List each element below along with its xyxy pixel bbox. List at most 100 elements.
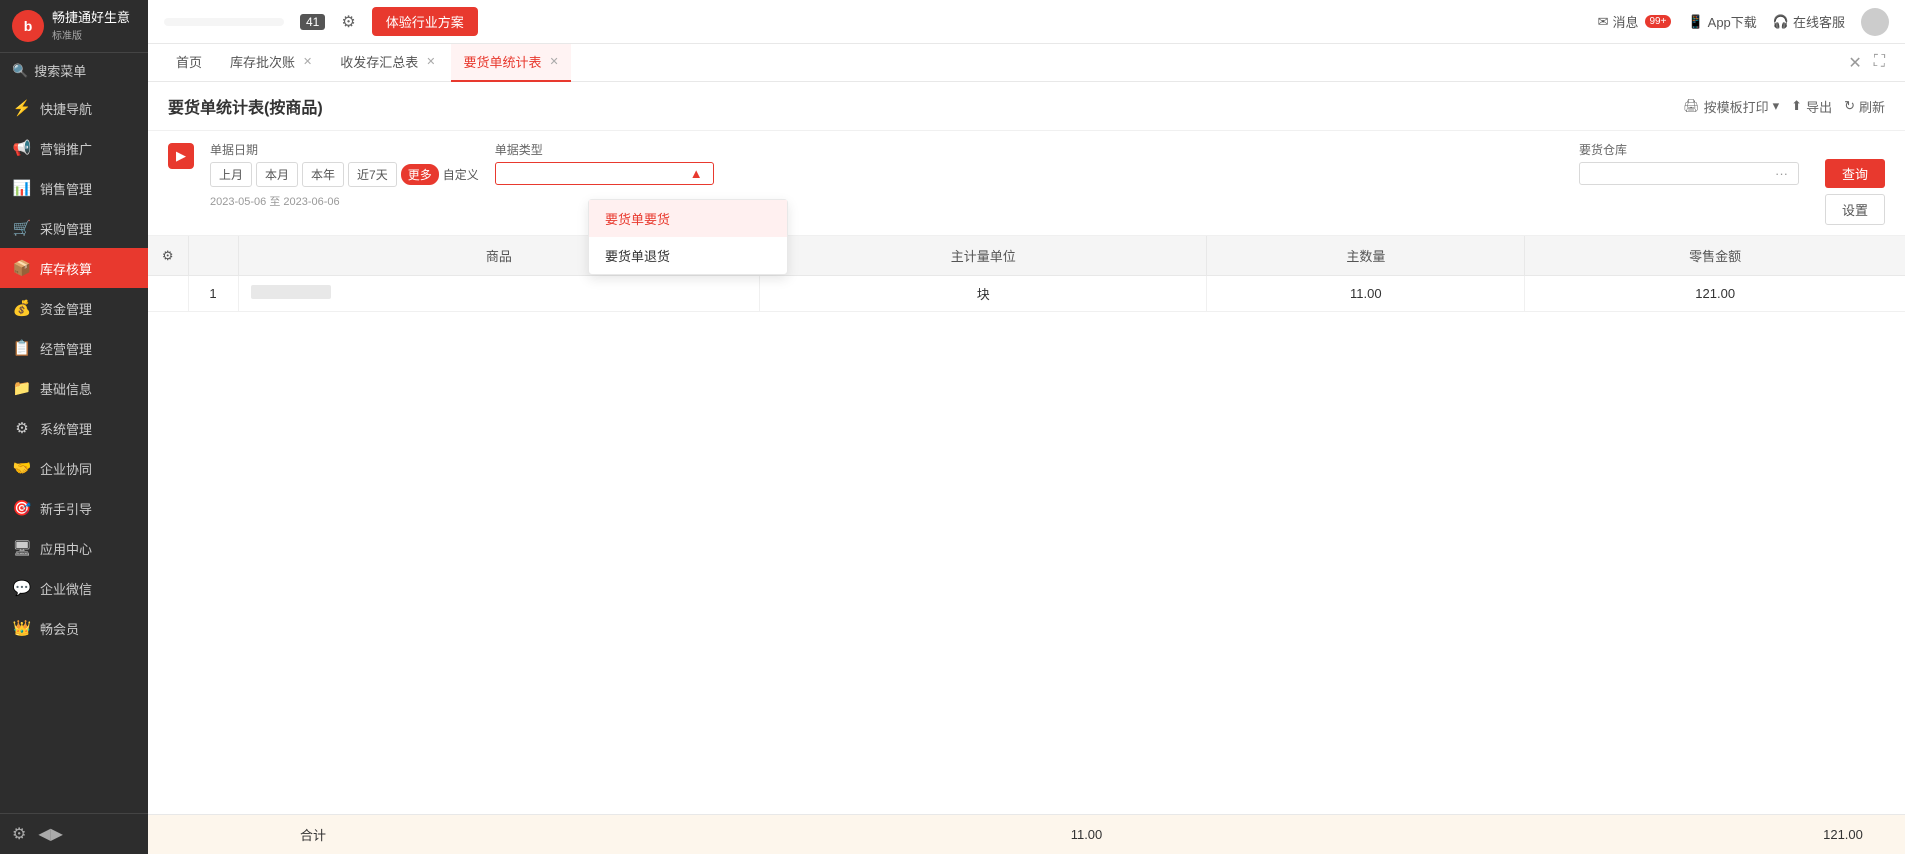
print-action[interactable]: 🖨 按模板打印 ▾	[1683, 97, 1779, 116]
sales-icon: 📊	[12, 178, 32, 198]
table-settings-icon[interactable]: ⚙	[162, 248, 174, 263]
sidebar-item-quick-nav[interactable]: ⚡ 快捷导航	[0, 88, 148, 128]
warehouse-select-box[interactable]: ···	[1579, 162, 1799, 185]
sidebar-item-finance[interactable]: 💰 资金管理	[0, 288, 148, 328]
header-number-badge: 41	[300, 14, 325, 30]
tab-home[interactable]: 首页	[164, 44, 214, 82]
more-dates-btn[interactable]: 更多	[401, 164, 439, 185]
sidebar-nav: ⚡ 快捷导航 📢 营销推广 📊 销售管理 🛒 采购管理 📦 库存核算 💰 资金管…	[0, 88, 148, 813]
sidebar-item-member[interactable]: 👑 畅会员	[0, 608, 148, 648]
tab-batch-account[interactable]: 库存批次账 ✕	[218, 44, 324, 82]
user-avatar[interactable]	[1861, 8, 1889, 36]
date-range-text: 2023-05-06 至 2023-06-06	[210, 193, 479, 209]
sidebar-item-inventory[interactable]: 📦 库存核算	[0, 248, 148, 288]
app-icon: 📱	[1687, 14, 1703, 30]
type-select-input[interactable]	[506, 166, 682, 181]
system-icon: ⚙	[12, 418, 32, 438]
sidebar-item-basic[interactable]: 📁 基础信息	[0, 368, 148, 408]
date-filter-group: 单据日期 上月 本月 本年 近7天 更多 自定义 2023-05-06 至 20…	[210, 141, 479, 209]
trial-industry-button[interactable]: 体验行业方案	[372, 7, 478, 36]
table-header-row: ⚙ 商品 主计量单位 主数量 零售金额	[148, 236, 1905, 276]
table-row: 1 块 11.00 121.00	[148, 276, 1905, 312]
dropdown-item-order-goods[interactable]: 要货单要货	[589, 200, 787, 237]
table-footer: 合计 11.00 121.00	[148, 814, 1905, 854]
date-custom-btn[interactable]: 自定义	[443, 166, 479, 183]
wechat-icon: 💬	[12, 578, 32, 598]
sidebar-item-system[interactable]: ⚙ 系统管理	[0, 408, 148, 448]
filter-settings-button[interactable]: 设置	[1825, 194, 1885, 225]
tab-order-summary-close[interactable]: ✕	[550, 55, 559, 68]
basic-icon: 📁	[12, 378, 32, 398]
logo-text: 畅捷通好生意 标准版	[52, 10, 130, 42]
type-select-box[interactable]: ▲	[495, 162, 714, 185]
sidebar-item-marketing[interactable]: 📢 营销推广	[0, 128, 148, 168]
date-filter-label: 单据日期	[210, 141, 479, 158]
app-logo: b 畅捷通好生意 标准版	[0, 0, 148, 53]
sidebar-item-guide[interactable]: 🎯 新手引导	[0, 488, 148, 528]
app-download-item[interactable]: 📱 App下载	[1687, 12, 1756, 31]
dropdown-item-order-return[interactable]: 要货单退货	[589, 237, 787, 274]
top-header: 41 ⚙ 体验行业方案 ✉ 消息 99+ 📱 App下载 🎧 在线客服	[148, 0, 1905, 44]
sidebar-bottom: ⚙ ◀▶	[0, 813, 148, 854]
tab-expand-icon[interactable]: ⛶	[1870, 53, 1889, 73]
message-item[interactable]: ✉ 消息 99+	[1598, 12, 1672, 31]
this-year-btn[interactable]: 本年	[302, 162, 344, 187]
tab-order-summary[interactable]: 要货单统计表 ✕	[451, 44, 570, 82]
sidebar-item-wechat[interactable]: 💬 企业微信	[0, 568, 148, 608]
type-select-arrow-up: ▲	[690, 166, 703, 181]
product-placeholder	[251, 285, 331, 299]
row-quantity: 11.00	[1207, 276, 1525, 312]
message-icon: ✉	[1598, 14, 1609, 30]
col-settings[interactable]: ⚙	[148, 236, 188, 276]
row-settings	[148, 276, 188, 312]
logo-icon: b	[12, 10, 44, 42]
last-7-days-btn[interactable]: 近7天	[348, 162, 397, 187]
query-button[interactable]: 查询	[1825, 159, 1885, 188]
warehouse-more-icon: ···	[1775, 166, 1788, 181]
print-icon: 🖨	[1683, 98, 1700, 114]
header-search-bar	[164, 18, 284, 26]
sidebar-item-sales[interactable]: 📊 销售管理	[0, 168, 148, 208]
header-gear-icon[interactable]: ⚙	[341, 12, 355, 32]
filter-buttons: 查询 设置	[1825, 159, 1885, 225]
footer-label: 合计	[160, 825, 380, 844]
filter-expand-button[interactable]: ▶	[168, 143, 194, 169]
row-amount: 121.00	[1525, 276, 1905, 312]
main-area: 41 ⚙ 体验行业方案 ✉ 消息 99+ 📱 App下载 🎧 在线客服 首页	[148, 0, 1905, 854]
tab-receipt-summary[interactable]: 收发存汇总表 ✕	[328, 44, 447, 82]
filter-bar: ▶ 单据日期 上月 本月 本年 近7天 更多 自定义 2023-05-06 至 …	[148, 131, 1905, 236]
col-unit: 主计量单位	[760, 236, 1207, 276]
this-month-btn[interactable]: 本月	[256, 162, 298, 187]
sidebar-item-operation[interactable]: 📋 经营管理	[0, 328, 148, 368]
tab-close-all-icon[interactable]: ✕	[1844, 53, 1865, 73]
page-container: 要货单统计表(按商品) 🖨 按模板打印 ▾ ⬆ 导出 ↻ 刷新	[148, 82, 1905, 854]
marketing-icon: 📢	[12, 138, 32, 158]
page-content: 要货单统计表(按商品) 🖨 按模板打印 ▾ ⬆ 导出 ↻ 刷新	[148, 82, 1905, 854]
operation-icon: 📋	[12, 338, 32, 358]
tab-batch-account-close[interactable]: ✕	[303, 55, 312, 68]
purchase-icon: 🛒	[12, 218, 32, 238]
page-title: 要货单统计表(按商品)	[168, 94, 323, 118]
service-icon: 🎧	[1773, 14, 1789, 30]
type-dropdown: 要货单要货 要货单退货	[588, 199, 788, 275]
print-dropdown-icon: ▾	[1773, 98, 1780, 114]
sidebar-item-purchase[interactable]: 🛒 采购管理	[0, 208, 148, 248]
inventory-icon: 📦	[12, 258, 32, 278]
sidebar-item-enterprise[interactable]: 🤝 企业协同	[0, 448, 148, 488]
tab-receipt-summary-close[interactable]: ✕	[426, 55, 435, 68]
last-month-btn[interactable]: 上月	[210, 162, 252, 187]
refresh-action[interactable]: ↻ 刷新	[1844, 97, 1885, 116]
guide-icon: 🎯	[12, 498, 32, 518]
settings-bottom-icon[interactable]: ⚙	[12, 824, 26, 844]
type-filter-group: 单据类型 ▲	[495, 141, 714, 185]
quick-nav-icon: ⚡	[12, 98, 32, 118]
footer-amount: 121.00	[1793, 827, 1893, 842]
member-icon: 👑	[12, 618, 32, 638]
sidebar-search[interactable]: 🔍 搜索菜单	[0, 53, 148, 88]
online-service-item[interactable]: 🎧 在线客服	[1773, 12, 1845, 31]
sidebar-item-app-center[interactable]: 🖥 应用中心	[0, 528, 148, 568]
table-container: ⚙ 商品 主计量单位 主数量 零售金额 1	[148, 236, 1905, 814]
col-amount: 零售金额	[1525, 236, 1905, 276]
export-action[interactable]: ⬆ 导出	[1791, 97, 1832, 116]
collapse-icon[interactable]: ◀▶	[38, 824, 63, 844]
